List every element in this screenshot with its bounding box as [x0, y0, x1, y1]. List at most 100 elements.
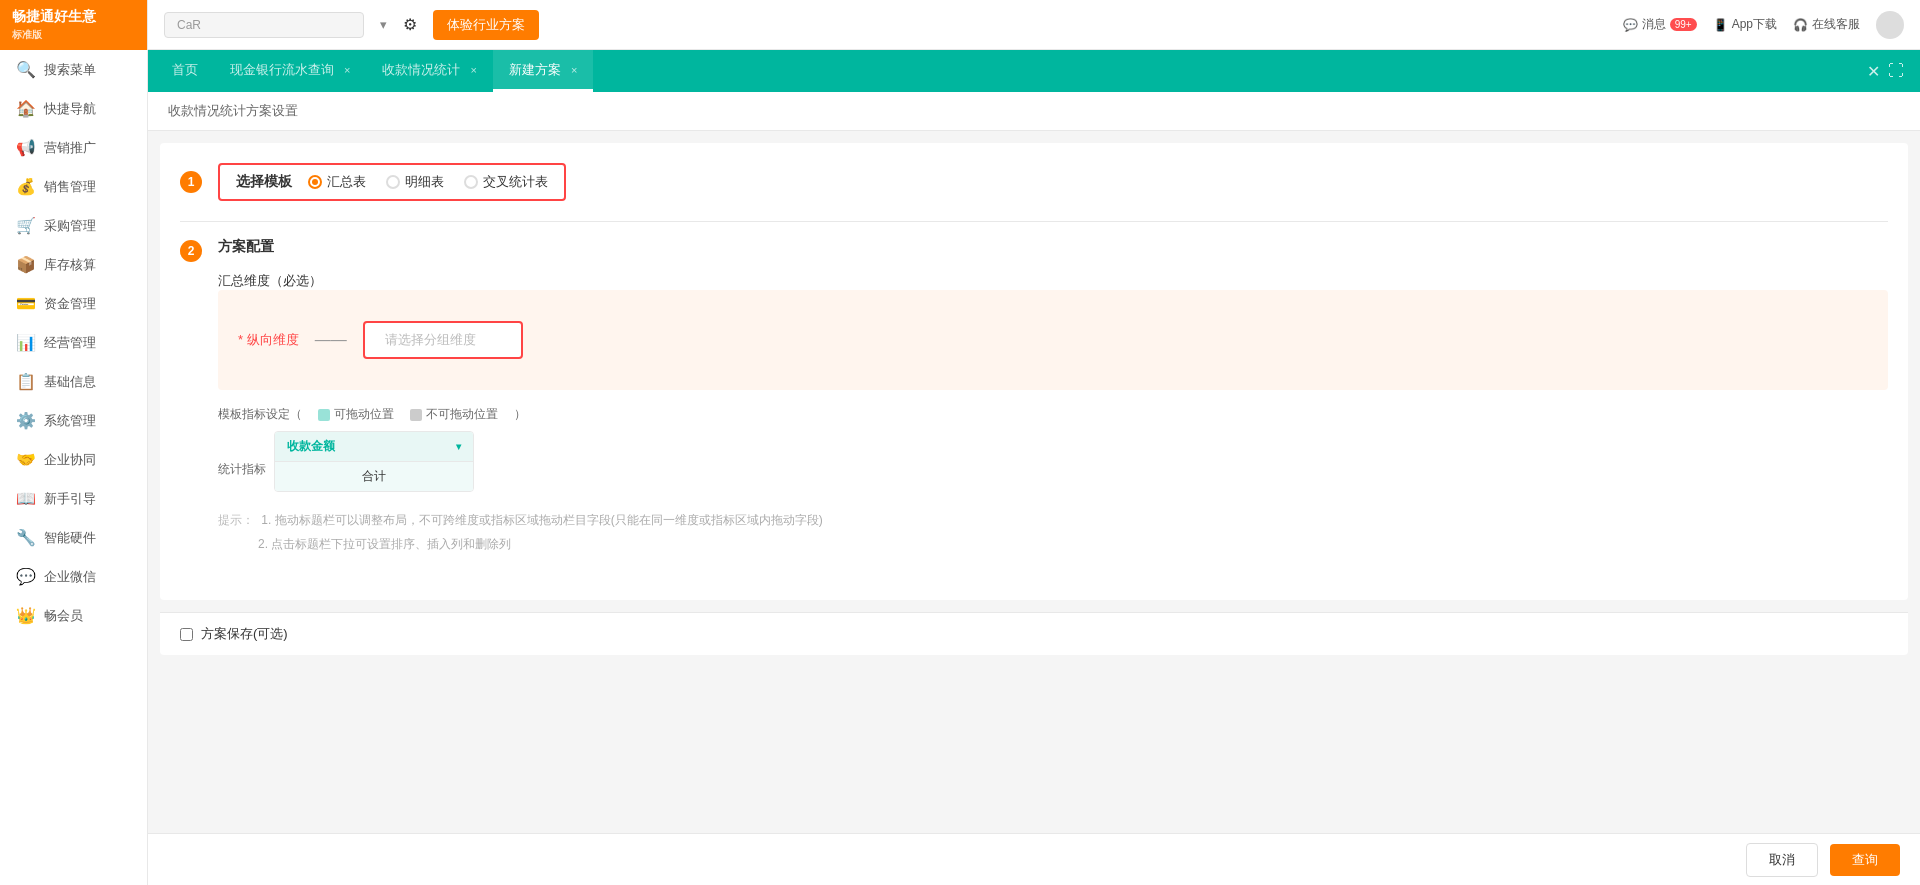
member-icon: 👑 [16, 606, 36, 625]
query-button[interactable]: 查询 [1830, 844, 1900, 876]
message-button[interactable]: 💬 消息 99+ [1623, 16, 1697, 33]
tabbar: 首页 现金银行流水查询 × 收款情况统计 × 新建方案 × ✕ ⛶ [148, 50, 1920, 92]
sidebar-item-nav[interactable]: 🏠 快捷导航 [0, 89, 147, 128]
download-button[interactable]: 📱 App下载 [1713, 16, 1777, 33]
message-label: 消息 [1642, 16, 1666, 33]
sidebar-item-label: 经营管理 [44, 334, 96, 352]
sidebar-item-purchase[interactable]: 🛒 采购管理 [0, 206, 147, 245]
topbar-right: 💬 消息 99+ 📱 App下载 🎧 在线客服 [1623, 11, 1904, 39]
step1-label: 选择模板 [236, 173, 292, 191]
settings-icon[interactable]: ⚙ [403, 15, 417, 34]
dimension-placeholder: 请选择分组维度 [385, 332, 476, 347]
topbar: CaR ▾ ⚙ 体验行业方案 💬 消息 99+ 📱 App下载 🎧 在线客服 [148, 0, 1920, 50]
sidebar-item-enterprise[interactable]: 🤝 企业协同 [0, 440, 147, 479]
search-placeholder: CaR [177, 18, 201, 32]
sidebar-item-marketing[interactable]: 📢 营销推广 [0, 128, 147, 167]
non-draggable-dot [410, 409, 422, 421]
template-selection-box: 选择模板 汇总表 明细表 交叉统计表 [218, 163, 566, 201]
save-label: 方案保存(可选) [201, 625, 288, 643]
sidebar-item-label: 新手引导 [44, 490, 96, 508]
sidebar-item-guide[interactable]: 📖 新手引导 [0, 479, 147, 518]
search-bar[interactable]: CaR [164, 12, 364, 38]
dimension-select[interactable]: 请选择分组维度 [363, 321, 523, 359]
form-section: 1 选择模板 汇总表 明细表 交叉统 [160, 143, 1908, 600]
sidebar-item-wechat[interactable]: 💬 企业微信 [0, 557, 147, 596]
tab-new-plan[interactable]: 新建方案 × [493, 50, 593, 92]
tab-close-all-icon[interactable]: ✕ [1867, 62, 1880, 81]
sidebar-item-sales[interactable]: 💰 销售管理 [0, 167, 147, 206]
chevron-down-icon[interactable]: ▾ [456, 441, 461, 452]
step1-badge: 1 [180, 171, 202, 193]
radio-detail-circle [386, 175, 400, 189]
radio-detail[interactable]: 明细表 [386, 173, 444, 191]
support-icon: 🎧 [1793, 18, 1808, 32]
marketing-icon: 📢 [16, 138, 36, 157]
save-checkbox[interactable] [180, 628, 193, 641]
tab-collection[interactable]: 收款情况统计 × [366, 50, 492, 92]
sidebar-item-member[interactable]: 👑 畅会员 [0, 596, 147, 635]
sales-icon: 💰 [16, 177, 36, 196]
metrics-title: 模板指标设定（ [218, 406, 302, 423]
tab-bank-flow[interactable]: 现金银行流水查询 × [214, 50, 366, 92]
sidebar-item-label: 智能硬件 [44, 529, 96, 547]
radio-summary-label: 汇总表 [327, 173, 366, 191]
tip2: 2. 点击标题栏下拉可设置排序、插入列和删除列 [258, 537, 511, 551]
template-radio-group: 汇总表 明细表 交叉统计表 [308, 173, 548, 191]
sidebar-item-inventory[interactable]: 📦 库存核算 [0, 245, 147, 284]
sidebar-item-finance[interactable]: 💳 资金管理 [0, 284, 147, 323]
sidebar: 畅捷通好生意 标准版 🔍 搜索菜单 🏠 快捷导航 📢 营销推广 💰 销售管理 🛒… [0, 0, 148, 885]
sidebar-item-label: 采购管理 [44, 217, 96, 235]
save-section: 方案保存(可选) [160, 612, 1908, 655]
sidebar-item-label: 库存核算 [44, 256, 96, 274]
support-button[interactable]: 🎧 在线客服 [1793, 16, 1860, 33]
radio-cross-circle [464, 175, 478, 189]
app-name: 畅捷通好生意 [12, 8, 96, 26]
stats-label-text: 统计指标 [218, 462, 266, 476]
enterprise-icon: 🤝 [16, 450, 36, 469]
draggable-dot [318, 409, 330, 421]
vertical-dimension-label: * 纵向维度 [238, 331, 299, 349]
metrics-table-cell-total: 合计 [275, 462, 473, 491]
metrics-header: 模板指标设定（ 可拖动位置 不可拖动位置 ） [218, 406, 1888, 423]
tabbar-controls: ✕ ⛶ [1867, 50, 1912, 92]
page-title: 收款情况统计方案设置 [168, 103, 298, 118]
wechat-icon: 💬 [16, 567, 36, 586]
sidebar-item-label: 基础信息 [44, 373, 96, 391]
trial-button[interactable]: 体验行业方案 [433, 10, 539, 40]
dropdown-icon[interactable]: ▾ [380, 17, 387, 32]
tab-home[interactable]: 首页 [156, 50, 214, 92]
tab-new-plan-close[interactable]: × [571, 64, 577, 76]
dimension-row: * 纵向维度 —— 请选择分组维度 [238, 321, 523, 359]
step2-label: 方案配置 [218, 238, 274, 254]
sidebar-item-label: 企业协同 [44, 451, 96, 469]
non-draggable-indicator: 不可拖动位置 [410, 406, 498, 423]
section-divider1 [180, 221, 1888, 222]
radio-summary[interactable]: 汇总表 [308, 173, 366, 191]
user-avatar[interactable] [1876, 11, 1904, 39]
tab-expand-icon[interactable]: ⛶ [1888, 62, 1904, 80]
download-label: App下载 [1732, 16, 1777, 33]
tab-collection-close[interactable]: × [470, 64, 476, 76]
sidebar-item-label: 销售管理 [44, 178, 96, 196]
metrics-table-wrapper: 统计指标 收款金额 ▾ [218, 431, 1888, 492]
sidebar-item-system[interactable]: ⚙️ 系统管理 [0, 401, 147, 440]
info-icon: 📋 [16, 372, 36, 391]
dimension-arrow: —— [315, 331, 347, 349]
metrics-title-end: ） [514, 406, 526, 423]
sidebar-item-hardware[interactable]: 🔧 智能硬件 [0, 518, 147, 557]
search-icon: 🔍 [16, 60, 36, 79]
sidebar-item-operations[interactable]: 📊 经营管理 [0, 323, 147, 362]
radio-summary-circle [308, 175, 322, 189]
spacer [148, 667, 1920, 833]
sidebar-item-search[interactable]: 🔍 搜索菜单 [0, 50, 147, 89]
radio-cross[interactable]: 交叉统计表 [464, 173, 548, 191]
tip1: 1. 拖动标题栏可以调整布局，不可跨维度或指标区域拖动栏目字段(只能在同一维度或… [261, 513, 822, 527]
metrics-table-header[interactable]: 收款金额 ▾ [275, 432, 473, 462]
finance-icon: 💳 [16, 294, 36, 313]
download-icon: 📱 [1713, 18, 1728, 32]
cancel-button[interactable]: 取消 [1746, 843, 1818, 877]
sidebar-item-basic-info[interactable]: 📋 基础信息 [0, 362, 147, 401]
page-header: 收款情况统计方案设置 [148, 92, 1920, 131]
metrics-section: 模板指标设定（ 可拖动位置 不可拖动位置 ） [218, 406, 1888, 556]
tab-bank-flow-close[interactable]: × [344, 64, 350, 76]
